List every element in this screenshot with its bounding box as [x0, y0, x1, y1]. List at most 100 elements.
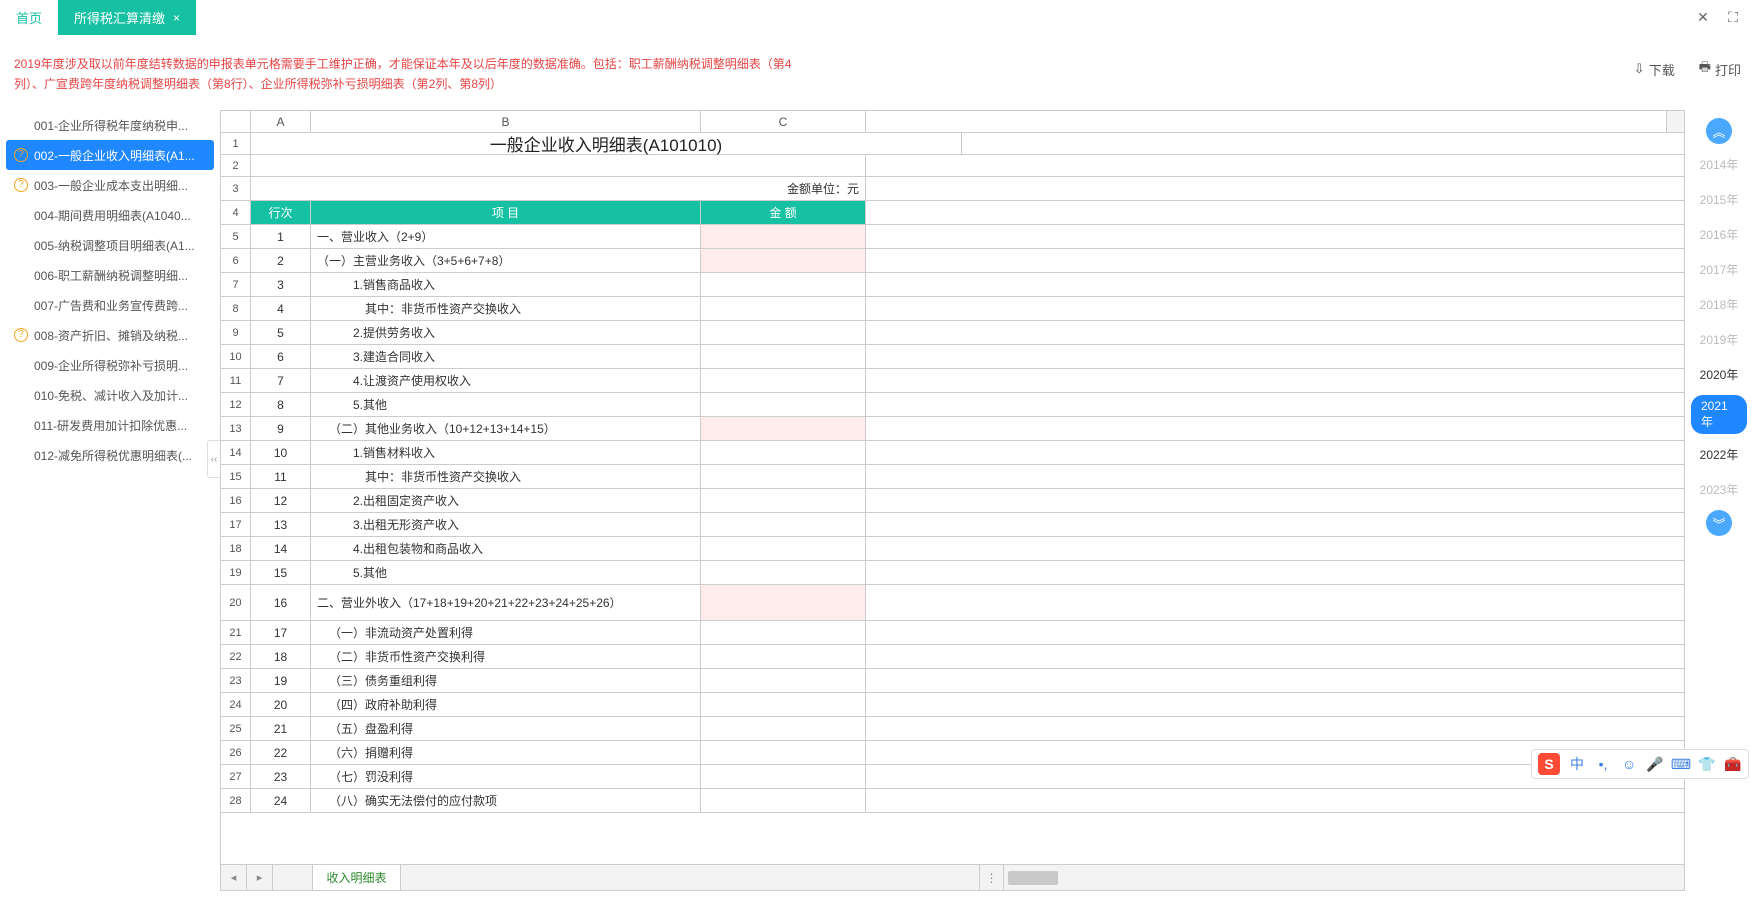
sidebar-item[interactable]: 001-企业所得税年度纳税申...	[0, 110, 220, 140]
cell-amount[interactable]	[701, 789, 866, 812]
cell-amount[interactable]	[701, 741, 866, 764]
cell-amount[interactable]	[701, 669, 866, 692]
row-header[interactable]: 25	[221, 717, 251, 740]
close-icon[interactable]: ×	[173, 11, 180, 25]
cell-seq[interactable]: 20	[251, 693, 311, 716]
row-header[interactable]: 27	[221, 765, 251, 788]
cell-amount[interactable]	[701, 249, 866, 272]
row-header[interactable]: 17	[221, 513, 251, 536]
sidebar-item[interactable]: 006-职工薪酬纳税调整明细...	[0, 260, 220, 290]
cell-seq[interactable]: 15	[251, 561, 311, 584]
cell-seq[interactable]: 1	[251, 225, 311, 248]
row-header[interactable]: 7	[221, 273, 251, 296]
cell-item[interactable]: （八）确实无法偿付的应付款项	[311, 789, 701, 812]
year-item[interactable]: 2018年	[1691, 290, 1747, 319]
row-header[interactable]: 11	[221, 369, 251, 392]
sheet-nav-prev[interactable]: ▸	[247, 865, 273, 890]
year-scroll-down[interactable]: ︾	[1706, 510, 1732, 536]
row-header[interactable]: 24	[221, 693, 251, 716]
cell-amount[interactable]	[701, 417, 866, 440]
cell-seq[interactable]: 12	[251, 489, 311, 512]
cell-amount[interactable]	[701, 441, 866, 464]
year-item[interactable]: 2023年	[1691, 475, 1747, 504]
sidebar-item[interactable]: 010-免税、减计收入及加计...	[0, 380, 220, 410]
row-header[interactable]: 26	[221, 741, 251, 764]
row-header[interactable]: 18	[221, 537, 251, 560]
cell-amount[interactable]	[701, 225, 866, 248]
sidebar-item[interactable]: 012-减免所得税优惠明细表(...	[0, 440, 220, 470]
cell-item[interactable]: 5.其他	[311, 393, 701, 416]
cell-amount[interactable]	[701, 273, 866, 296]
cell-item[interactable]: （三）债务重组利得	[311, 669, 701, 692]
ime-punct-icon[interactable]: •,	[1594, 755, 1612, 773]
row-header[interactable]: 6	[221, 249, 251, 272]
window-close-icon[interactable]: ✕	[1695, 10, 1711, 26]
row-header[interactable]: 22	[221, 645, 251, 668]
year-scroll-up[interactable]: ︽	[1706, 118, 1732, 144]
cell-amount[interactable]	[701, 513, 866, 536]
cell-amount[interactable]	[701, 561, 866, 584]
ime-tools-icon[interactable]: 🧰	[1724, 755, 1742, 773]
cell-item[interactable]: （七）罚没利得	[311, 765, 701, 788]
cell-item[interactable]: （二）非货币性资产交换利得	[311, 645, 701, 668]
cell-item[interactable]: 其中：非货币性资产交换收入	[311, 297, 701, 320]
cell-item[interactable]: （二）其他业务收入（10+12+13+14+15）	[311, 417, 701, 440]
cell-item[interactable]: 二、营业外收入（17+18+19+20+21+22+23+24+25+26）	[311, 585, 701, 620]
cell-seq[interactable]: 16	[251, 585, 311, 620]
cell-amount[interactable]	[701, 369, 866, 392]
col-header-a[interactable]: A	[251, 111, 311, 132]
cell-item[interactable]: （四）政府补助利得	[311, 693, 701, 716]
cell-amount[interactable]	[701, 717, 866, 740]
cell-amount[interactable]	[701, 693, 866, 716]
cell-amount[interactable]	[701, 393, 866, 416]
cell-seq[interactable]: 2	[251, 249, 311, 272]
horizontal-scroll-thumb[interactable]	[1008, 871, 1058, 885]
sidebar-item[interactable]: 005-纳税调整项目明细表(A1...	[0, 230, 220, 260]
ime-skin-icon[interactable]: 👕	[1698, 755, 1716, 773]
row-header[interactable]: 19	[221, 561, 251, 584]
horizontal-scrollbar[interactable]	[1004, 865, 1684, 890]
row-header[interactable]: 12	[221, 393, 251, 416]
row-header[interactable]: 4	[221, 201, 251, 224]
year-item-active[interactable]: 2021年	[1691, 395, 1747, 434]
sidebar-item[interactable]: ?002-一般企业收入明细表(A1...	[6, 140, 214, 170]
tab-home[interactable]: 首页	[0, 0, 58, 35]
cell-item[interactable]: 4.让渡资产使用权收入	[311, 369, 701, 392]
year-item[interactable]: 2019年	[1691, 325, 1747, 354]
cell-seq[interactable]: 21	[251, 717, 311, 740]
cell-amount[interactable]	[701, 345, 866, 368]
year-item[interactable]: 2016年	[1691, 220, 1747, 249]
ime-emoji-icon[interactable]: ☺	[1620, 755, 1638, 773]
ime-toolbar[interactable]: S 中 •, ☺ 🎤 ⌨ 👕 🧰	[1531, 749, 1749, 779]
cell-seq[interactable]: 5	[251, 321, 311, 344]
row-header[interactable]: 16	[221, 489, 251, 512]
cell-item[interactable]: （一）非流动资产处置利得	[311, 621, 701, 644]
year-item[interactable]: 2014年	[1691, 150, 1747, 179]
cell-item[interactable]: （五）盘盈利得	[311, 717, 701, 740]
year-item[interactable]: 2022年	[1691, 440, 1747, 469]
row-header[interactable]: 8	[221, 297, 251, 320]
cell-seq[interactable]: 7	[251, 369, 311, 392]
cell-item[interactable]: 1.销售商品收入	[311, 273, 701, 296]
row-header[interactable]: 13	[221, 417, 251, 440]
year-item[interactable]: 2017年	[1691, 255, 1747, 284]
row-header[interactable]: 15	[221, 465, 251, 488]
sidebar-item[interactable]: 007-广告费和业务宣传费跨...	[0, 290, 220, 320]
ime-lang-toggle[interactable]: 中	[1568, 755, 1586, 773]
year-item[interactable]: 2020年	[1691, 360, 1747, 389]
sheet-nav-first[interactable]: ◂	[221, 865, 247, 890]
cell-amount[interactable]	[701, 765, 866, 788]
row-header[interactable]: 23	[221, 669, 251, 692]
sidebar-item[interactable]: 009-企业所得税弥补亏损明...	[0, 350, 220, 380]
col-header-b[interactable]: B	[311, 111, 701, 132]
cell-item[interactable]: 3.建造合同收入	[311, 345, 701, 368]
sidebar-item[interactable]: ?008-资产折旧、摊销及纳税...	[0, 320, 220, 350]
cell-seq[interactable]: 22	[251, 741, 311, 764]
cell-amount[interactable]	[701, 489, 866, 512]
cell-seq[interactable]: 17	[251, 621, 311, 644]
cell-amount[interactable]	[701, 585, 866, 620]
cell-item[interactable]: 其中：非货币性资产交换收入	[311, 465, 701, 488]
ime-keyboard-icon[interactable]: ⌨	[1672, 755, 1690, 773]
row-header[interactable]: 9	[221, 321, 251, 344]
print-button[interactable]: 🖶 打印	[1699, 58, 1741, 80]
